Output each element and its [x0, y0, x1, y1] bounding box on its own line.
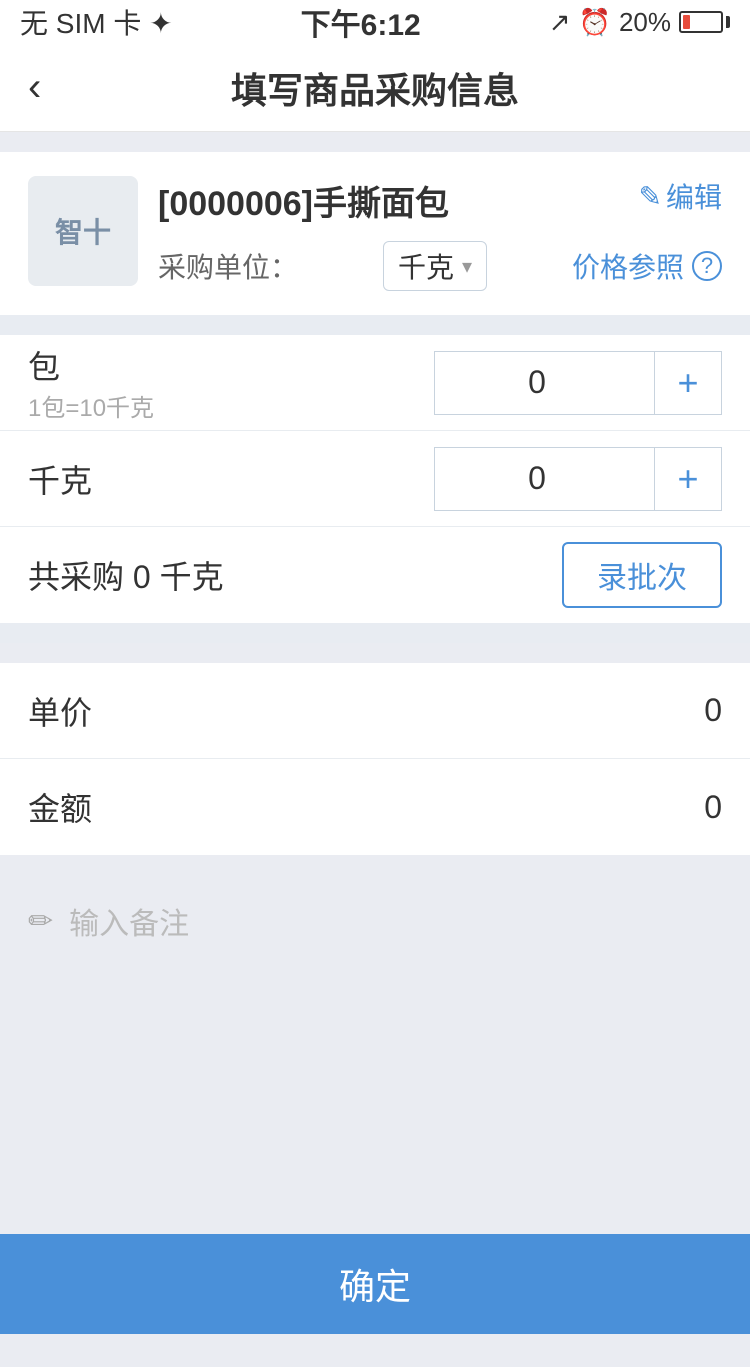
- product-card: 智十 [0000006]手撕面包 ✎ 编辑 采购单位： 千克 ▾ 价格参照 ?: [0, 152, 750, 315]
- question-circle-icon: ?: [692, 251, 722, 281]
- amount-label: 金额: [28, 784, 92, 830]
- price-ref-label: 价格参照: [572, 246, 684, 286]
- back-button[interactable]: ‹: [28, 65, 41, 110]
- summary-prefix: 共采购: [28, 559, 124, 595]
- unit-price-value: 0: [704, 692, 722, 729]
- kg-label: 千克: [28, 456, 92, 502]
- input-section: 包 1包=10千克 + 千克 + 共采购 0: [0, 335, 750, 623]
- unit-select[interactable]: 千克 ▾: [383, 241, 487, 291]
- unit-value: 千克: [398, 246, 454, 286]
- summary-amount-value: 0: [133, 559, 151, 595]
- summary-unit-label: 千克: [160, 559, 224, 595]
- chevron-down-icon: ▾: [462, 254, 472, 279]
- section-divider-1: [0, 315, 750, 335]
- product-info: [0000006]手撕面包 ✎ 编辑 采购单位： 千克 ▾ 价格参照 ?: [158, 176, 722, 291]
- product-logo-text: 智十: [55, 211, 111, 251]
- battery-icon: [679, 11, 730, 33]
- remark-section[interactable]: ✏ 输入备注: [0, 875, 750, 967]
- page-title: 填写商品采购信息: [231, 62, 519, 114]
- unit-price-label: 单价: [28, 688, 92, 734]
- status-bar: 无 SIM 卡 ✦ 下午6:12 ↗ ⏰ 20%: [0, 0, 750, 44]
- sim-label: 无 SIM 卡 ✦: [20, 2, 173, 42]
- product-name: [0000006]手撕面包: [158, 176, 449, 225]
- amount-value: 0: [704, 789, 722, 826]
- record-batch-button[interactable]: 录批次: [562, 542, 722, 608]
- edit-icon: ✎: [639, 180, 662, 213]
- summary-text: 共采购 0 千克: [28, 552, 224, 598]
- price-section: 单价 0 金额 0: [0, 663, 750, 855]
- edit-button[interactable]: ✎ 编辑: [639, 176, 722, 216]
- content-spacer: [0, 967, 750, 1267]
- nav-bar: ‹ 填写商品采购信息: [0, 44, 750, 132]
- pencil-icon: ✏: [28, 904, 53, 939]
- bao-plus-button[interactable]: +: [654, 351, 722, 415]
- status-left: 无 SIM 卡 ✦: [20, 2, 173, 42]
- bao-input[interactable]: [434, 351, 654, 415]
- alarm-icon: ⏰: [579, 7, 611, 38]
- remark-placeholder: 输入备注: [69, 899, 189, 943]
- product-image: 智十: [28, 176, 138, 286]
- unit-price-row: 单价 0: [0, 663, 750, 759]
- bao-input-row: 包 1包=10千克 +: [0, 335, 750, 431]
- amount-row: 金额 0: [0, 759, 750, 855]
- status-time: 下午6:12: [301, 0, 421, 44]
- summary-row: 共采购 0 千克 录批次: [0, 527, 750, 623]
- battery-percent: 20%: [619, 7, 671, 38]
- section-divider-2: [0, 623, 750, 643]
- kg-input[interactable]: [434, 447, 654, 511]
- edit-label: 编辑: [666, 176, 722, 216]
- confirm-button[interactable]: 确定: [0, 1234, 750, 1334]
- price-ref-button[interactable]: 价格参照 ?: [572, 246, 722, 286]
- kg-plus-button[interactable]: +: [654, 447, 722, 511]
- kg-input-row: 千克 +: [0, 431, 750, 527]
- unit-label: 采购单位：: [158, 246, 298, 286]
- bao-label: 包: [28, 342, 154, 388]
- bao-sub-label: 1包=10千克: [28, 388, 154, 423]
- status-right: ↗ ⏰ 20%: [549, 7, 730, 38]
- location-icon: ↗: [549, 7, 571, 38]
